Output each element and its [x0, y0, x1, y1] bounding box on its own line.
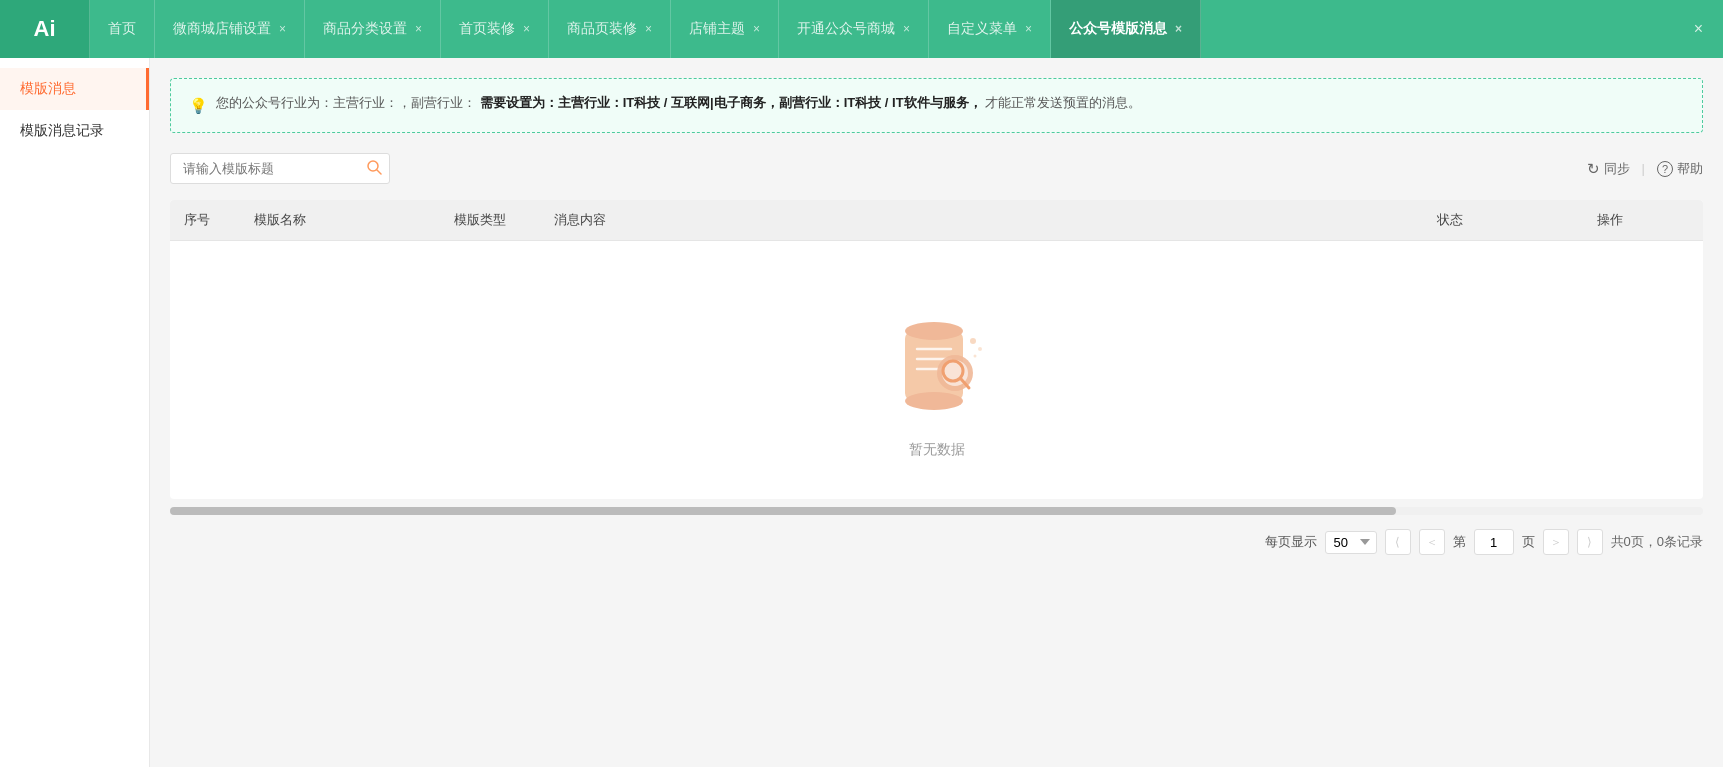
tab-home[interactable]: 首页: [90, 0, 155, 58]
search-button[interactable]: [367, 160, 382, 178]
toolbar-divider: |: [1642, 161, 1645, 176]
close-tab-custom-menu[interactable]: ×: [1025, 23, 1032, 35]
page-label-after: 页: [1522, 533, 1535, 551]
sidebar-item-template-msg-records[interactable]: 模版消息记录: [0, 110, 149, 152]
col-header-seq: 序号: [170, 200, 240, 241]
svg-point-13: [970, 338, 976, 344]
svg-point-5: [905, 392, 963, 410]
tab-bar: Ai 首页 微商城店铺设置 × 商品分类设置 × 首页装修 × 商品页装修 × …: [0, 0, 1723, 58]
close-tab-weshop[interactable]: ×: [279, 23, 286, 35]
search-icon: [367, 160, 382, 175]
help-icon: ?: [1657, 161, 1673, 177]
empty-illustration: [877, 301, 997, 421]
table-header-row: 序号 模版名称 模版类型 消息内容 状态 操作: [170, 200, 1703, 241]
svg-line-1: [377, 170, 381, 174]
last-page-button[interactable]: ⟩: [1577, 529, 1603, 555]
close-tab-theme[interactable]: ×: [753, 23, 760, 35]
svg-point-15: [973, 355, 976, 358]
col-header-status: 状态: [1423, 200, 1583, 241]
first-page-icon: ⟨: [1395, 535, 1400, 549]
prev-page-icon: ＜: [1426, 534, 1438, 551]
search-input-wrapper: [170, 153, 390, 184]
logo: Ai: [0, 0, 90, 58]
col-header-type: 模版类型: [440, 200, 540, 241]
close-all-tabs-button[interactable]: ×: [1674, 0, 1723, 58]
next-page-button[interactable]: ＞: [1543, 529, 1569, 555]
notice-box: 💡 您的公众号行业为：主营行业：，副营行业： 需要设置为：主营行业：IT科技 /…: [170, 78, 1703, 133]
horizontal-scrollbar[interactable]: [170, 507, 1703, 515]
per-page-select[interactable]: 50 20 100: [1325, 531, 1377, 554]
close-tab-category[interactable]: ×: [415, 23, 422, 35]
pagination-bar: 每页显示 50 20 100 ⟨ ＜ 第 页 ＞ ⟩ 共0页，0条记录: [170, 515, 1703, 559]
svg-point-4: [905, 322, 963, 340]
close-tab-homepage[interactable]: ×: [523, 23, 530, 35]
tab-weshop-settings[interactable]: 微商城店铺设置 ×: [155, 0, 305, 58]
sidebar-item-template-msg[interactable]: 模版消息: [0, 68, 149, 110]
search-bar: ↻ 同步 | ? 帮助: [170, 153, 1703, 184]
scrollbar-thumb[interactable]: [170, 507, 1396, 515]
tab-open-wechat-shop[interactable]: 开通公众号商城 ×: [779, 0, 929, 58]
main-layout: 模版消息 模版消息记录 💡 您的公众号行业为：主营行业：，副营行业： 需要设置为…: [0, 58, 1723, 767]
svg-point-14: [978, 347, 982, 351]
toolbar-right: ↻ 同步 | ? 帮助: [1587, 160, 1703, 178]
prev-page-button[interactable]: ＜: [1419, 529, 1445, 555]
tab-homepage-decoration[interactable]: 首页装修 ×: [441, 0, 549, 58]
close-tab-wechat-shop[interactable]: ×: [903, 23, 910, 35]
content-area: 💡 您的公众号行业为：主营行业：，副营行业： 需要设置为：主营行业：IT科技 /…: [150, 58, 1723, 767]
notice-text: 您的公众号行业为：主营行业：，副营行业： 需要设置为：主营行业：IT科技 / 互…: [216, 93, 1141, 114]
close-tab-product[interactable]: ×: [645, 23, 652, 35]
tab-shop-theme[interactable]: 店铺主题 ×: [671, 0, 779, 58]
tab-custom-menu[interactable]: 自定义菜单 ×: [929, 0, 1051, 58]
total-info: 共0页，0条记录: [1611, 533, 1703, 551]
notice-icon: 💡: [189, 94, 208, 118]
col-header-content: 消息内容: [540, 200, 1423, 241]
tab-category-settings[interactable]: 商品分类设置 ×: [305, 0, 441, 58]
col-header-action: 操作: [1583, 200, 1703, 241]
sync-button[interactable]: ↻ 同步: [1587, 160, 1630, 178]
empty-state-row: 暂无数据: [170, 241, 1703, 500]
close-tab-template-msg[interactable]: ×: [1175, 23, 1182, 35]
search-input[interactable]: [170, 153, 390, 184]
empty-text: 暂无数据: [170, 441, 1703, 459]
next-page-icon: ＞: [1550, 534, 1562, 551]
tab-product-decoration[interactable]: 商品页装修 ×: [549, 0, 671, 58]
sync-icon: ↻: [1587, 160, 1600, 178]
col-header-name: 模版名称: [240, 200, 440, 241]
page-number-input[interactable]: [1474, 529, 1514, 555]
tab-template-msg[interactable]: 公众号模版消息 ×: [1051, 0, 1201, 58]
last-page-icon: ⟩: [1587, 535, 1592, 549]
page-label-before: 第: [1453, 533, 1466, 551]
empty-state: 暂无数据: [170, 241, 1703, 499]
data-table: 序号 模版名称 模版类型 消息内容 状态 操作: [170, 200, 1703, 499]
sidebar: 模版消息 模版消息记录: [0, 58, 150, 767]
per-page-label: 每页显示: [1265, 533, 1317, 551]
help-button[interactable]: ? 帮助: [1657, 160, 1703, 178]
first-page-button[interactable]: ⟨: [1385, 529, 1411, 555]
